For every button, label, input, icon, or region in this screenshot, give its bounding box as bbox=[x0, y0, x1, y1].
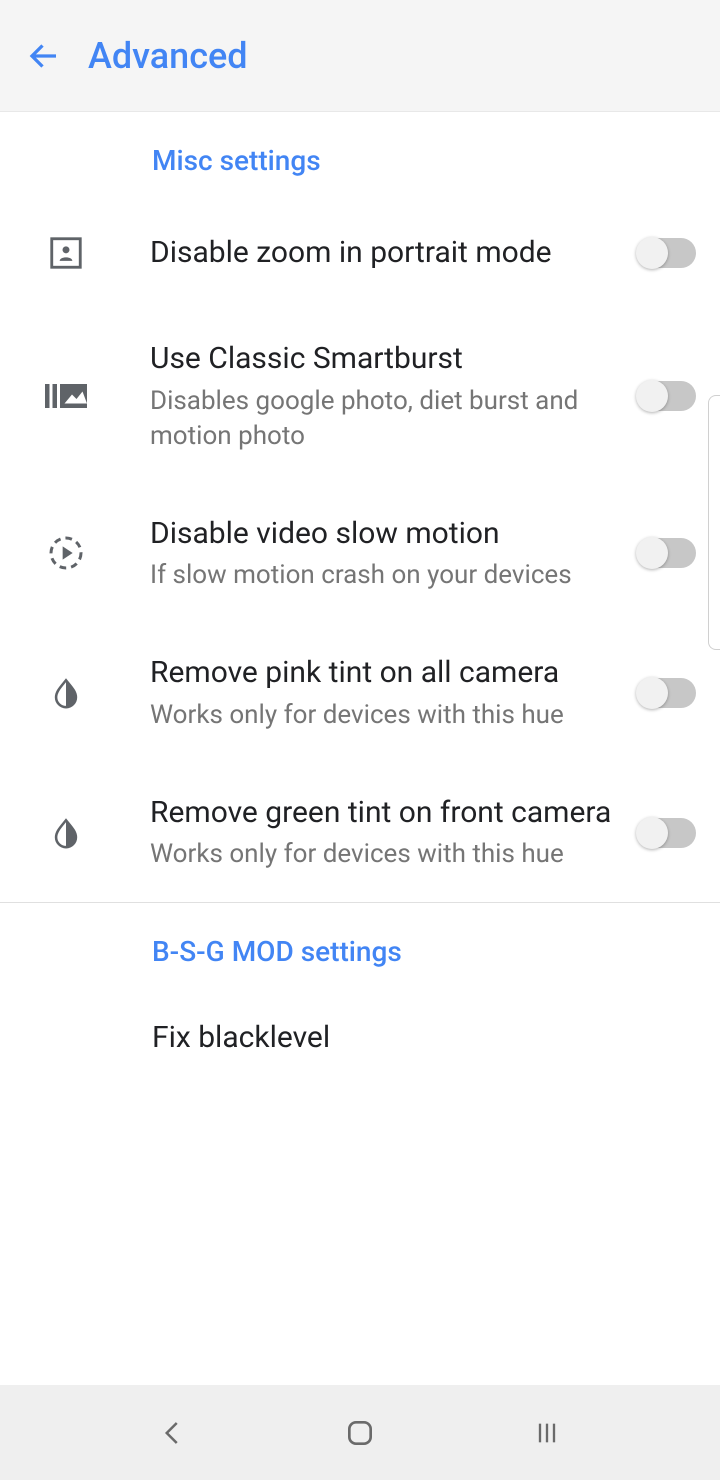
tint-icon bbox=[40, 667, 92, 719]
toggle-switch[interactable] bbox=[638, 381, 696, 411]
burst-icon bbox=[40, 370, 92, 422]
setting-row-disable-zoom-portrait[interactable]: Disable zoom in portrait mode bbox=[0, 197, 720, 309]
setting-text: Remove green tint on front camera Works … bbox=[150, 793, 638, 873]
back-arrow-icon[interactable] bbox=[20, 32, 68, 80]
page-title: Advanced bbox=[88, 35, 248, 77]
section-header-bsg: B-S-G MOD settings bbox=[0, 903, 720, 988]
setting-title: Fix blacklevel bbox=[152, 1018, 696, 1048]
toggle-switch[interactable] bbox=[638, 678, 696, 708]
setting-row-remove-pink-tint[interactable]: Remove pink tint on all camera Works onl… bbox=[0, 623, 720, 763]
slow-motion-icon bbox=[40, 527, 92, 579]
setting-subtitle: Works only for devices with this hue bbox=[150, 698, 618, 733]
setting-row-disable-slow-motion[interactable]: Disable video slow motion If slow motion… bbox=[0, 484, 720, 624]
setting-row-fix-blacklevel[interactable]: Fix blacklevel bbox=[0, 988, 720, 1048]
setting-subtitle: Disables google photo, diet burst and mo… bbox=[150, 384, 618, 454]
toggle-switch[interactable] bbox=[638, 818, 696, 848]
app-header: Advanced bbox=[0, 0, 720, 112]
setting-text: Disable zoom in portrait mode bbox=[150, 233, 638, 274]
settings-content: Misc settings Disable zoom in portrait m… bbox=[0, 112, 720, 1385]
setting-text: Disable video slow motion If slow motion… bbox=[150, 514, 638, 594]
setting-title: Remove green tint on front camera bbox=[150, 793, 618, 834]
scroll-indicator[interactable] bbox=[708, 395, 720, 650]
setting-text: Remove pink tint on all camera Works onl… bbox=[150, 653, 638, 733]
portrait-icon bbox=[40, 227, 92, 279]
nav-recents-icon[interactable] bbox=[517, 1403, 577, 1463]
setting-subtitle: If slow motion crash on your devices bbox=[150, 558, 618, 593]
setting-title: Disable zoom in portrait mode bbox=[150, 233, 618, 274]
toggle-switch[interactable] bbox=[638, 538, 696, 568]
setting-row-classic-smartburst[interactable]: Use Classic Smartburst Disables google p… bbox=[0, 309, 720, 484]
setting-title: Remove pink tint on all camera bbox=[150, 653, 618, 694]
nav-back-icon[interactable] bbox=[143, 1403, 203, 1463]
tint-icon bbox=[40, 807, 92, 859]
setting-title: Disable video slow motion bbox=[150, 514, 618, 555]
setting-subtitle: Works only for devices with this hue bbox=[150, 837, 618, 872]
setting-row-remove-green-tint[interactable]: Remove green tint on front camera Works … bbox=[0, 763, 720, 903]
nav-home-icon[interactable] bbox=[330, 1403, 390, 1463]
setting-text: Use Classic Smartburst Disables google p… bbox=[150, 339, 638, 454]
toggle-switch[interactable] bbox=[638, 238, 696, 268]
system-nav-bar bbox=[0, 1385, 720, 1480]
section-header-misc: Misc settings bbox=[0, 112, 720, 197]
setting-title: Use Classic Smartburst bbox=[150, 339, 618, 380]
